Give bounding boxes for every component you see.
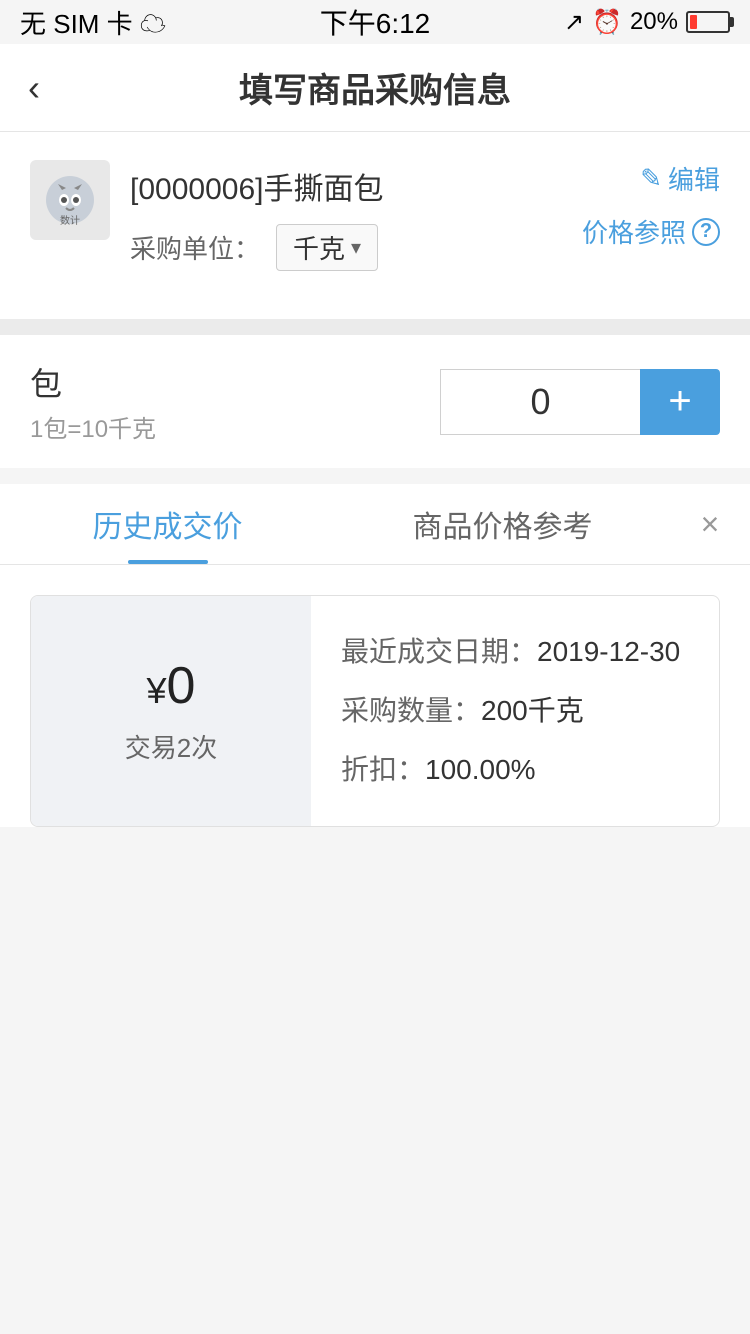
edit-label: 编辑	[668, 160, 720, 197]
recent-date-label: 最近成交日期：	[341, 636, 537, 667]
discount-label: 折扣：	[341, 754, 425, 785]
quantity-row: 包 1包=10千克 0 +	[0, 335, 750, 468]
quantity-label-group: 包 1包=10千克	[30, 359, 156, 444]
tab-history-price[interactable]: 历史成交价	[0, 484, 335, 564]
edit-icon: ✎	[640, 163, 662, 194]
main-content: 历史成交价 商品价格参考 × ¥0 交易2次 最近成交日期：2019-12-30…	[0, 484, 750, 1084]
history-card-right: 最近成交日期：2019-12-30 采购数量：200千克 折扣：100.00%	[311, 596, 719, 826]
product-header: 数计 [0000006]手撕面包 采购单位： 千克 ▾ ✎ 编辑	[30, 160, 720, 271]
tab-price-reference[interactable]: 商品价格参考	[335, 484, 670, 564]
page-title: 填写商品采购信息	[239, 63, 511, 112]
product-unit-row: 采购单位： 千克 ▾	[130, 224, 383, 271]
chevron-down-icon: ▾	[351, 235, 361, 260]
unit-label: 采购单位：	[130, 229, 260, 266]
alarm-icon: ⏰	[592, 8, 622, 37]
owl-logo: 数计	[42, 172, 98, 228]
history-discount-row: 折扣：100.00%	[341, 750, 689, 789]
product-left: 数计 [0000006]手撕面包 采购单位： 千克 ▾	[30, 160, 383, 271]
price-ref-button[interactable]: 价格参照 ?	[582, 213, 720, 250]
currency-symbol: ¥	[147, 670, 167, 711]
history-price-value: ¥0	[147, 656, 196, 716]
quantity-plus-button[interactable]: +	[640, 369, 720, 435]
edit-button[interactable]: ✎ 编辑	[640, 160, 720, 197]
product-info: [0000006]手撕面包 采购单位： 千克 ▾	[130, 160, 383, 271]
tabs-close-button[interactable]: ×	[670, 484, 750, 564]
product-card: 数计 [0000006]手撕面包 采购单位： 千克 ▾ ✎ 编辑	[0, 132, 750, 319]
product-right-actions: ✎ 编辑 价格参照 ?	[582, 160, 720, 240]
product-thumbnail: 数计	[30, 160, 110, 240]
history-card-left: ¥0 交易2次	[31, 596, 311, 826]
purchase-qty-label: 采购数量：	[341, 695, 481, 726]
sim-status: 无 SIM 卡 ☁	[20, 4, 166, 41]
help-icon: ?	[692, 218, 720, 246]
quantity-conversion: 1包=10千克	[30, 409, 156, 444]
status-time: 下午6:12	[320, 2, 431, 42]
tab-price-ref-label: 商品价格参考	[413, 502, 593, 546]
recent-date-value: 2019-12-30	[537, 636, 680, 667]
purchase-qty-value: 200千克	[481, 695, 584, 726]
price-number: 0	[167, 657, 196, 715]
battery-fill	[690, 15, 697, 29]
location-icon: ↗	[564, 8, 584, 37]
tab-history-label: 历史成交价	[93, 502, 243, 546]
quantity-input[interactable]: 0	[440, 369, 640, 435]
section-divider	[0, 319, 750, 335]
quantity-value: 0	[530, 381, 550, 423]
unit-select[interactable]: 千克 ▾	[276, 224, 378, 271]
price-ref-label: 价格参照	[582, 213, 686, 250]
history-recent-date-row: 最近成交日期：2019-12-30	[341, 632, 689, 671]
battery-percent: 20%	[630, 8, 678, 36]
quantity-control: 0 +	[440, 369, 720, 435]
unit-value: 千克	[293, 229, 345, 266]
status-right: ↗ ⏰ 20%	[564, 8, 730, 37]
quantity-unit-name: 包	[30, 359, 156, 405]
tabs-section: 历史成交价 商品价格参考 × ¥0 交易2次 最近成交日期：2019-12-30…	[0, 484, 750, 827]
history-price-card: ¥0 交易2次 最近成交日期：2019-12-30 采购数量：200千克 折扣：…	[30, 595, 720, 827]
tabs-header: 历史成交价 商品价格参考 ×	[0, 484, 750, 565]
history-trade-count: 交易2次	[125, 728, 217, 765]
nav-bar: ‹ 填写商品采购信息	[0, 44, 750, 132]
history-purchase-qty-row: 采购数量：200千克	[341, 691, 689, 730]
product-name: [0000006]手撕面包	[130, 164, 383, 208]
battery-icon	[686, 11, 730, 33]
discount-value: 100.00%	[425, 754, 536, 785]
status-bar: 无 SIM 卡 ☁ 下午6:12 ↗ ⏰ 20%	[0, 0, 750, 44]
svg-text:数计: 数计	[60, 214, 80, 227]
back-button[interactable]: ‹	[28, 67, 40, 109]
status-left: 无 SIM 卡 ☁	[20, 4, 166, 41]
